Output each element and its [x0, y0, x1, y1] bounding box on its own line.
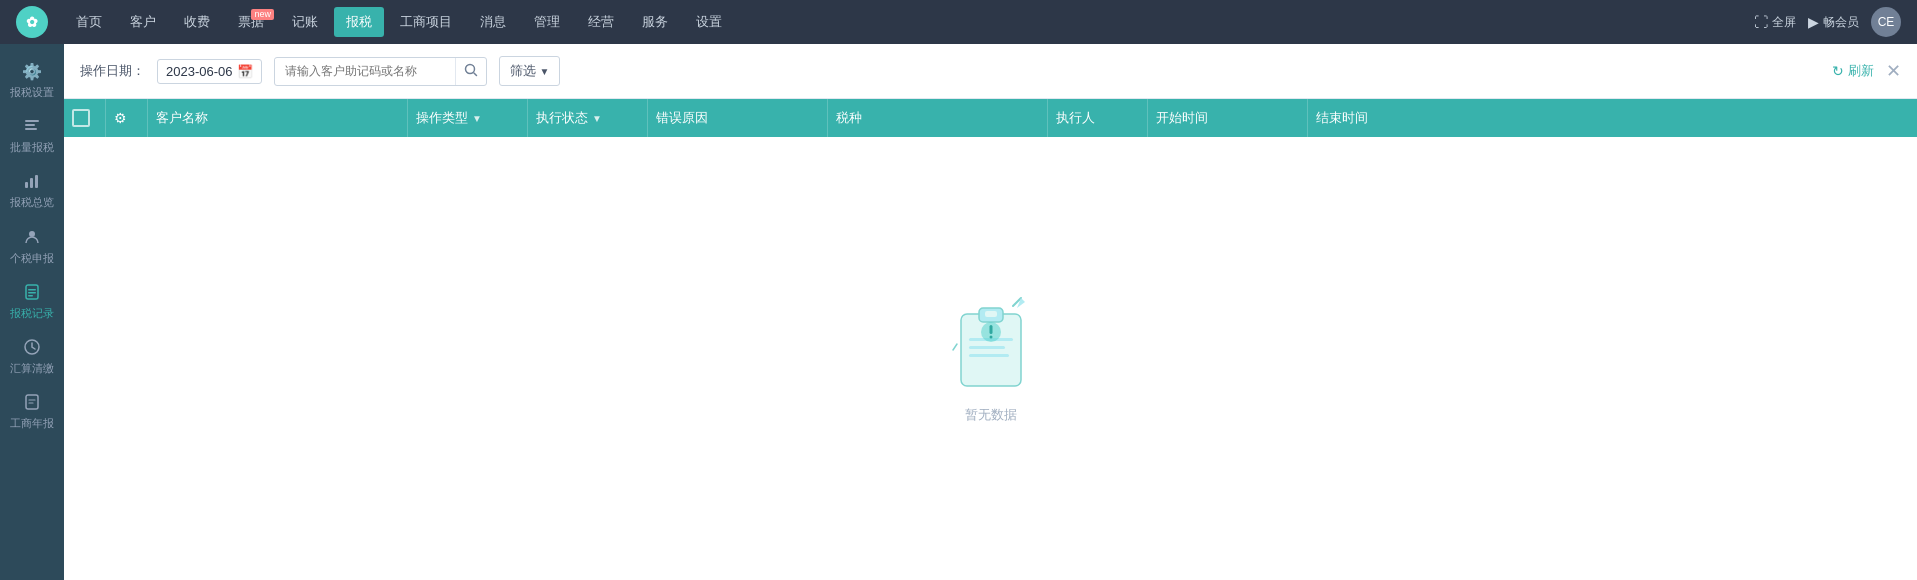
- tax-overview-icon: [21, 170, 43, 192]
- calendar-icon: 📅: [237, 64, 253, 79]
- svg-point-6: [29, 231, 35, 237]
- search-button[interactable]: [455, 58, 486, 85]
- sort-icon-status[interactable]: ▼: [592, 113, 602, 124]
- nav-tax[interactable]: 报税: [334, 7, 384, 37]
- nav-billing[interactable]: 收费: [172, 7, 222, 37]
- nav-settings[interactable]: 设置: [684, 7, 734, 37]
- svg-rect-10: [28, 295, 33, 297]
- th-tax-type: 税种: [828, 99, 1048, 137]
- th-exec-status: 执行状态 ▼: [528, 99, 648, 137]
- toolbar: 操作日期： 2023-06-06 📅 筛选 ▼ ↻ 刷新 ✕: [64, 44, 1917, 99]
- th-customer-name: 客户名称: [148, 99, 408, 137]
- personal-tax-icon: [21, 226, 43, 248]
- new-badge: new: [251, 9, 274, 20]
- main-layout: ⚙️ 报税设置 批量报税 报税总览 个税申报 报税记录: [0, 44, 1917, 580]
- member-button[interactable]: ▶ 畅会员: [1808, 14, 1859, 31]
- nav-message[interactable]: 消息: [468, 7, 518, 37]
- th-checkbox[interactable]: [64, 99, 106, 137]
- svg-rect-9: [28, 292, 36, 294]
- svg-rect-5: [35, 175, 38, 188]
- svg-rect-19: [969, 346, 1005, 349]
- close-button[interactable]: ✕: [1886, 62, 1901, 80]
- svg-rect-20: [969, 354, 1009, 357]
- settings-icon[interactable]: ⚙: [114, 110, 127, 126]
- nav-accounts[interactable]: 记账: [280, 7, 330, 37]
- th-error-reason: 错误原因: [648, 99, 828, 137]
- content-area: 操作日期： 2023-06-06 📅 筛选 ▼ ↻ 刷新 ✕: [64, 44, 1917, 580]
- top-nav: ✿ 首页 客户 收费 票据 new 记账 报税 工商项目 消息 管理 经营 服务…: [0, 0, 1917, 44]
- svg-rect-0: [25, 120, 39, 122]
- fullscreen-button[interactable]: ⛶ 全屏: [1754, 14, 1796, 31]
- empty-illustration-svg: [951, 294, 1031, 394]
- table-wrap: ⚙ 客户名称 操作类型 ▼ 执行状态 ▼ 错误原因 税种: [64, 99, 1917, 580]
- svg-rect-12: [26, 395, 38, 409]
- search-input[interactable]: [275, 59, 455, 83]
- filter-label: 筛选: [510, 62, 536, 80]
- date-picker[interactable]: 2023-06-06 📅: [157, 59, 262, 84]
- tax-settings-icon: ⚙️: [21, 60, 43, 82]
- avatar[interactable]: CE: [1871, 7, 1901, 37]
- svg-rect-17: [985, 311, 997, 317]
- nav-service[interactable]: 服务: [630, 7, 680, 37]
- member-icon: ▶: [1808, 14, 1819, 30]
- search-wrap: [274, 57, 487, 86]
- svg-line-26: [953, 344, 957, 350]
- th-operation-type: 操作类型 ▼: [408, 99, 528, 137]
- svg-point-13: [465, 64, 474, 73]
- svg-point-23: [989, 335, 992, 338]
- svg-rect-1: [25, 124, 35, 126]
- svg-rect-4: [30, 178, 33, 188]
- th-executor: 执行人: [1048, 99, 1148, 137]
- empty-text: 暂无数据: [965, 406, 1017, 424]
- nav-items: 首页 客户 收费 票据 new 记账 报税 工商项目 消息 管理 经营 服务 设…: [64, 7, 1754, 37]
- nav-accounting[interactable]: 经营: [576, 7, 626, 37]
- chevron-down-icon: ▼: [540, 66, 550, 77]
- header-checkbox[interactable]: [72, 109, 90, 127]
- nav-invoice[interactable]: 票据 new: [226, 7, 276, 37]
- sidebar-item-tax-overview[interactable]: 报税总览: [0, 162, 64, 217]
- annual-report-icon: [21, 391, 43, 413]
- tax-record-icon: [21, 281, 43, 303]
- fullscreen-icon: ⛶: [1754, 14, 1768, 30]
- sidebar-item-batch-tax[interactable]: 批量报税: [0, 107, 64, 162]
- refresh-button[interactable]: ↻ 刷新: [1832, 62, 1874, 80]
- sidebar: ⚙️ 报税设置 批量报税 报税总览 个税申报 报税记录: [0, 44, 64, 580]
- refresh-icon: ↻: [1832, 63, 1844, 79]
- sidebar-item-settlement[interactable]: 汇算清缴: [0, 328, 64, 383]
- settlement-icon: [21, 336, 43, 358]
- batch-tax-icon: [21, 115, 43, 137]
- date-label: 操作日期：: [80, 62, 145, 80]
- table-body: 暂无数据: [64, 137, 1917, 580]
- sidebar-item-tax-settings[interactable]: ⚙️ 报税设置: [0, 52, 64, 107]
- svg-rect-2: [25, 128, 37, 130]
- nav-industry[interactable]: 工商项目: [388, 7, 464, 37]
- nav-right: ⛶ 全屏 ▶ 畅会员 CE: [1754, 7, 1901, 37]
- date-value: 2023-06-06: [166, 64, 233, 79]
- table-header: ⚙ 客户名称 操作类型 ▼ 执行状态 ▼ 错误原因 税种: [64, 99, 1917, 137]
- sort-icon-operation[interactable]: ▼: [472, 113, 482, 124]
- sidebar-item-tax-record[interactable]: 报税记录: [0, 273, 64, 328]
- svg-rect-3: [25, 182, 28, 188]
- svg-rect-8: [28, 289, 36, 291]
- svg-rect-22: [989, 325, 992, 334]
- nav-home[interactable]: 首页: [64, 7, 114, 37]
- nav-manage[interactable]: 管理: [522, 7, 572, 37]
- sidebar-item-annual-report[interactable]: 工商年报: [0, 383, 64, 438]
- th-settings[interactable]: ⚙: [106, 99, 148, 137]
- app-logo[interactable]: ✿: [16, 6, 48, 38]
- filter-button[interactable]: 筛选 ▼: [499, 56, 561, 86]
- th-start-time: 开始时间: [1148, 99, 1308, 137]
- nav-customer[interactable]: 客户: [118, 7, 168, 37]
- sidebar-item-personal-tax[interactable]: 个税申报: [0, 218, 64, 273]
- empty-state: 暂无数据: [951, 294, 1031, 424]
- th-end-time: 结束时间: [1308, 99, 1448, 137]
